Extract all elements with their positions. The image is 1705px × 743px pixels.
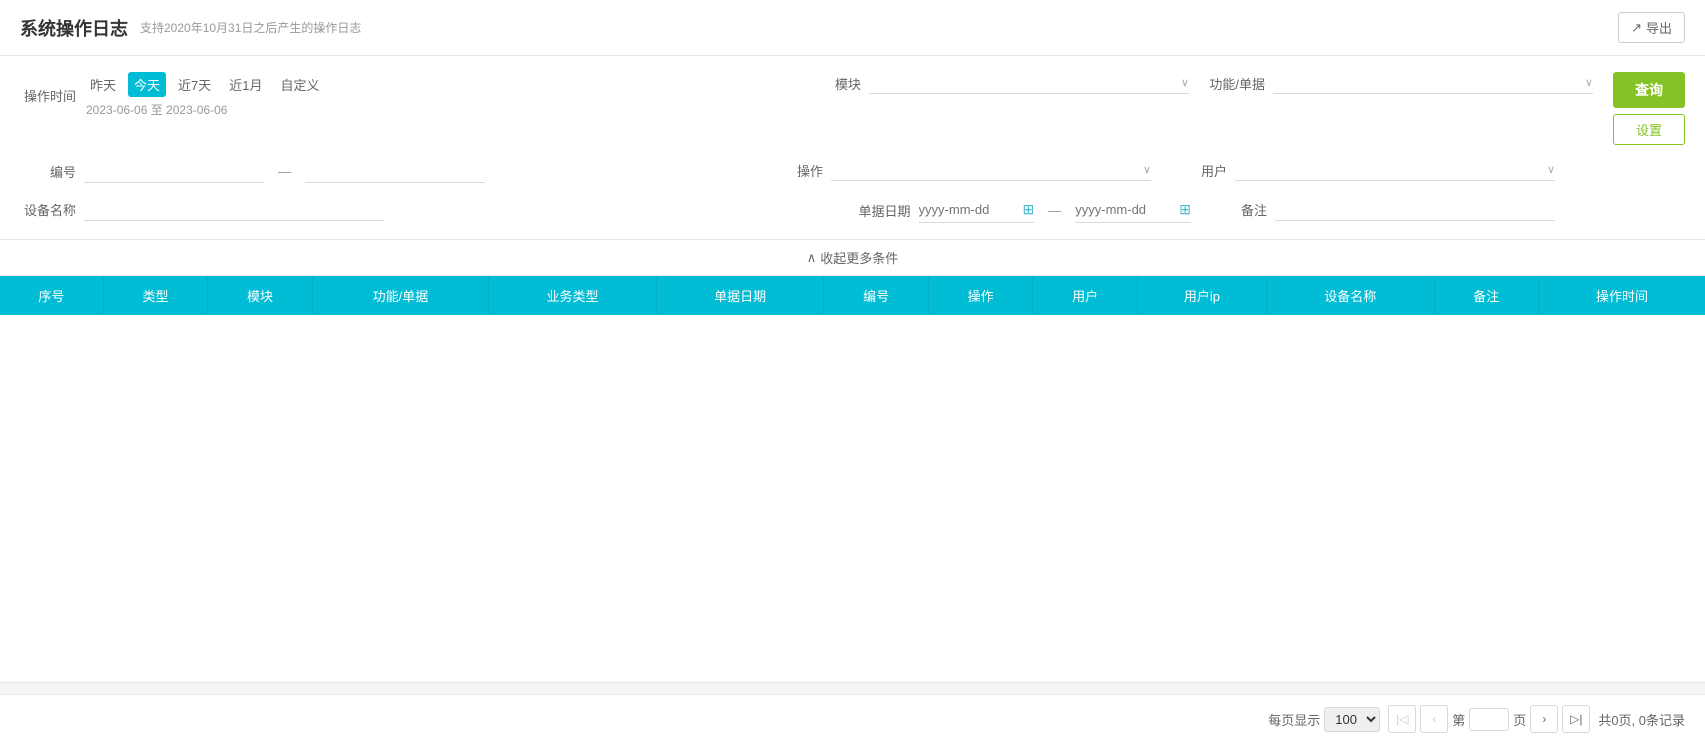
data-table: 序号 类型 模块 功能/单据 业务类型 单据日期 编号 操作 用户 用户ip 设… bbox=[0, 276, 1705, 315]
time-buttons-group: 昨天 今天 近7天 近1月 自定义 bbox=[84, 72, 326, 97]
date-range-dash: — bbox=[1042, 203, 1067, 218]
settings-button[interactable]: 设置 bbox=[1613, 114, 1685, 145]
col-biz-type: 业务类型 bbox=[489, 276, 657, 315]
remark-label: 备注 bbox=[1211, 200, 1267, 219]
id-to-input[interactable] bbox=[305, 159, 485, 183]
op-label: 操作 bbox=[767, 161, 823, 180]
col-user-ip: 用户ip bbox=[1137, 276, 1266, 315]
op-chevron-icon: ∨ bbox=[1143, 163, 1151, 176]
page-header: 系统操作日志 支持2020年10月31日之后产生的操作日志 ↗ 导出 bbox=[0, 0, 1705, 56]
time-btn-1month[interactable]: 近1月 bbox=[223, 72, 268, 97]
col-remark: 备注 bbox=[1434, 276, 1538, 315]
collapse-bar[interactable]: ∧ 收起更多条件 bbox=[0, 240, 1705, 276]
func-filter-section: 功能/单据 ∨ bbox=[1209, 72, 1593, 94]
op-select[interactable]: ∨ bbox=[831, 159, 1151, 181]
page-size-label: 每页显示 bbox=[1268, 710, 1320, 729]
date-to-wrap: ⊞ bbox=[1075, 197, 1191, 223]
id-from-input[interactable] bbox=[84, 159, 264, 183]
module-filter-section: 模块 ∨ bbox=[805, 72, 1189, 94]
id-range-dash: — bbox=[272, 164, 297, 179]
query-button[interactable]: 查询 bbox=[1613, 72, 1685, 108]
device-label: 设备名称 bbox=[20, 200, 76, 219]
time-btn-today[interactable]: 今天 bbox=[128, 72, 166, 97]
filter-panel: 操作时间 昨天 今天 近7天 近1月 自定义 2023-06-06 至 2023… bbox=[0, 56, 1705, 240]
page-subtitle: 支持2020年10月31日之后产生的操作日志 bbox=[140, 19, 361, 36]
page-title: 系统操作日志 bbox=[20, 15, 128, 41]
id-label: 编号 bbox=[20, 162, 76, 181]
page-size-wrap: 每页显示 100 50 200 bbox=[1268, 707, 1380, 732]
device-input[interactable] bbox=[84, 197, 384, 221]
page-container: 系统操作日志 支持2020年10月31日之后产生的操作日志 ↗ 导出 操作时间 … bbox=[0, 0, 1705, 743]
id-filter-section: 编号 — bbox=[20, 159, 485, 183]
collapse-label: ∧ 收起更多条件 bbox=[807, 248, 899, 267]
first-page-button[interactable]: |◁ bbox=[1388, 705, 1416, 733]
table-head: 序号 类型 模块 功能/单据 业务类型 单据日期 编号 操作 用户 用户ip 设… bbox=[0, 276, 1705, 315]
collapse-chevron-icon: ∧ bbox=[807, 250, 817, 266]
col-op-time: 操作时间 bbox=[1539, 276, 1705, 315]
filter-row-3: 设备名称 单据日期 ⊞ — ⊞ 备注 bbox=[20, 197, 1685, 223]
op-filter-section: 操作 ∨ bbox=[767, 159, 1151, 181]
user-label: 用户 bbox=[1171, 161, 1227, 180]
date-filter-section: 单据日期 ⊞ — ⊞ bbox=[855, 197, 1191, 223]
user-filter-section: 用户 ∨ bbox=[1171, 159, 1555, 181]
pagination-bar: 每页显示 100 50 200 |◁ ‹ 第 1 页 › ▷| 共0页, 0条记… bbox=[0, 694, 1705, 743]
date-to-input[interactable] bbox=[1075, 202, 1175, 217]
date-label: 单据日期 bbox=[855, 201, 911, 220]
time-range-display: 2023-06-06 至 2023-06-06 bbox=[86, 101, 326, 118]
col-seq: 序号 bbox=[0, 276, 103, 315]
time-filter-area: 昨天 今天 近7天 近1月 自定义 2023-06-06 至 2023-06-0… bbox=[84, 72, 326, 118]
func-select[interactable]: ∨ bbox=[1273, 72, 1593, 94]
user-chevron-icon: ∨ bbox=[1547, 163, 1555, 176]
col-doc-date: 单据日期 bbox=[656, 276, 824, 315]
page-nav: |◁ ‹ 第 1 页 › ▷| bbox=[1388, 705, 1590, 733]
col-type: 类型 bbox=[103, 276, 207, 315]
col-device: 设备名称 bbox=[1266, 276, 1434, 315]
horizontal-scrollbar[interactable] bbox=[0, 682, 1705, 694]
page-size-select[interactable]: 100 50 200 bbox=[1324, 707, 1380, 732]
remark-filter-section: 备注 bbox=[1211, 197, 1555, 221]
time-btn-7days[interactable]: 近7天 bbox=[172, 72, 217, 97]
user-select[interactable]: ∨ bbox=[1235, 159, 1555, 181]
last-page-button[interactable]: ▷| bbox=[1562, 705, 1590, 733]
col-user: 用户 bbox=[1033, 276, 1137, 315]
prev-page-button[interactable]: ‹ bbox=[1420, 705, 1448, 733]
time-filter-label: 操作时间 bbox=[20, 86, 76, 105]
module-select[interactable]: ∨ bbox=[869, 72, 1189, 94]
action-buttons: 查询 设置 bbox=[1613, 72, 1685, 145]
calendar-to-icon[interactable]: ⊞ bbox=[1179, 201, 1191, 218]
time-filter-item: 操作时间 昨天 今天 近7天 近1月 自定义 2023-06-06 至 2023… bbox=[20, 72, 326, 118]
calendar-from-icon[interactable]: ⊞ bbox=[1023, 201, 1035, 218]
device-filter-section: 设备名称 bbox=[20, 197, 384, 221]
col-op: 操作 bbox=[928, 276, 1032, 315]
export-button[interactable]: ↗ 导出 bbox=[1618, 12, 1685, 43]
total-info: 共0页, 0条记录 bbox=[1598, 710, 1685, 729]
export-icon: ↗ bbox=[1631, 20, 1642, 36]
func-label: 功能/单据 bbox=[1209, 74, 1265, 93]
func-chevron-icon: ∨ bbox=[1585, 76, 1593, 89]
filter-row-1: 操作时间 昨天 今天 近7天 近1月 自定义 2023-06-06 至 2023… bbox=[20, 72, 1685, 145]
next-page-button[interactable]: › bbox=[1530, 705, 1558, 733]
date-from-wrap: ⊞ bbox=[919, 197, 1035, 223]
page-text-before: 第 bbox=[1452, 710, 1465, 729]
time-btn-custom[interactable]: 自定义 bbox=[275, 72, 326, 97]
filter-row-2: 编号 — 操作 ∨ 用户 ∨ bbox=[20, 159, 1685, 183]
col-func: 功能/单据 bbox=[312, 276, 488, 315]
col-id: 编号 bbox=[824, 276, 928, 315]
main-content: 序号 类型 模块 功能/单据 业务类型 单据日期 编号 操作 用户 用户ip 设… bbox=[0, 276, 1705, 743]
title-area: 系统操作日志 支持2020年10月31日之后产生的操作日志 bbox=[20, 15, 361, 41]
col-module: 模块 bbox=[208, 276, 312, 315]
page-number-input[interactable]: 1 bbox=[1469, 708, 1509, 731]
date-from-input[interactable] bbox=[919, 202, 1019, 217]
table-header-row: 序号 类型 模块 功能/单据 业务类型 单据日期 编号 操作 用户 用户ip 设… bbox=[0, 276, 1705, 315]
remark-input[interactable] bbox=[1275, 197, 1555, 221]
page-text-after: 页 bbox=[1513, 710, 1526, 729]
module-label: 模块 bbox=[805, 74, 861, 93]
table-container: 序号 类型 模块 功能/单据 业务类型 单据日期 编号 操作 用户 用户ip 设… bbox=[0, 276, 1705, 682]
module-chevron-icon: ∨ bbox=[1181, 76, 1189, 89]
time-btn-yesterday[interactable]: 昨天 bbox=[84, 72, 122, 97]
